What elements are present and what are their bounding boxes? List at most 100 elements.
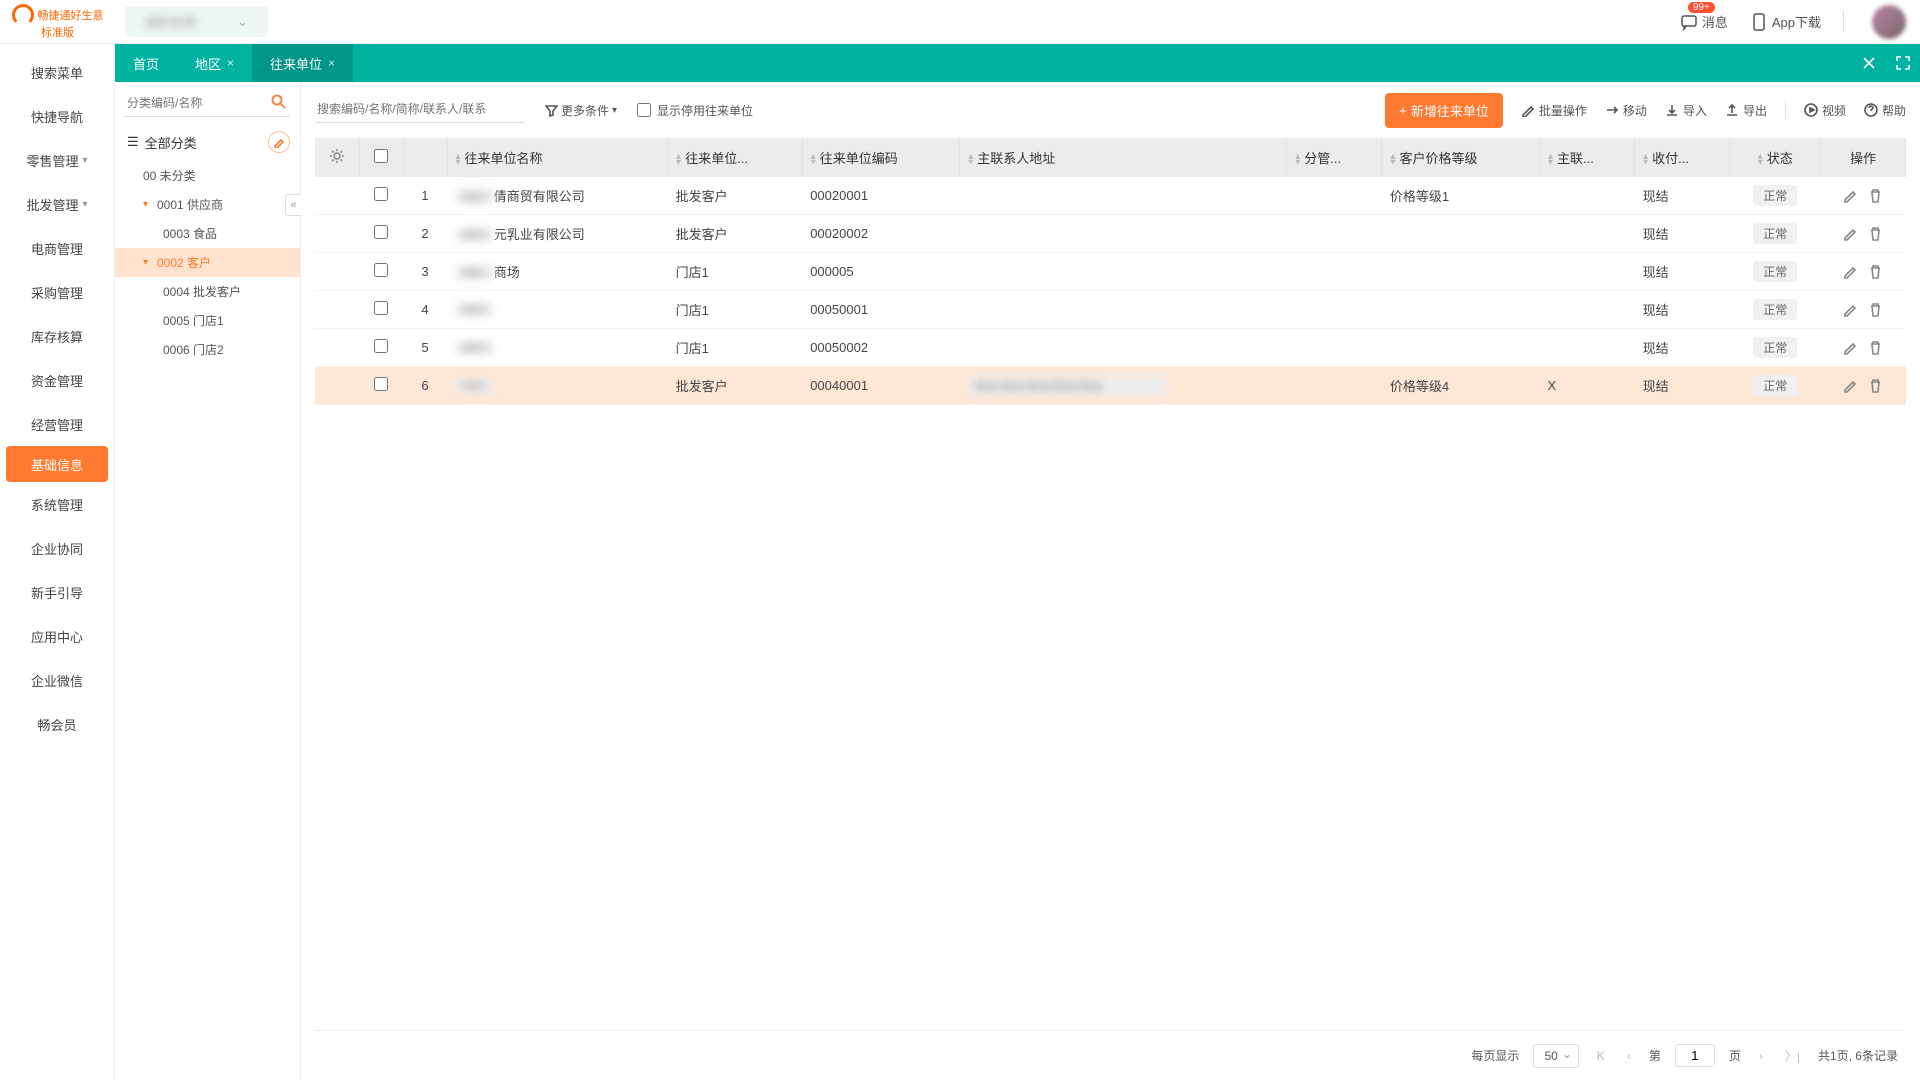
tree-node[interactable]: 0006 门店2 [115,335,300,364]
search-input[interactable] [315,98,525,123]
table-row[interactable]: 3ABC商场门店1000005现结正常 [315,253,1906,291]
tree-node[interactable]: 0003 食品 [115,219,300,248]
page-prev-button[interactable]: ‹ [1623,1049,1635,1063]
row-checkbox[interactable] [374,339,388,353]
messages-badge: 99+ [1688,2,1715,13]
page-last-button[interactable]: 〉| [1781,1047,1804,1064]
top-header: 畅捷通好生意 标准版 组织名称 ⌄ 消息 99+ App下载 [0,0,1920,44]
edit-icon[interactable] [1843,264,1858,279]
nav-item[interactable]: 搜索菜单 [0,50,114,94]
col-header[interactable]: ▴▾往来单位... [668,138,803,177]
table-row[interactable]: 2ABC元乳业有限公司批发客户00020002现结正常 [315,215,1906,253]
nav-item[interactable]: 新手引导 [0,570,114,614]
col-header[interactable]: ▴▾主联... [1539,138,1634,177]
video-button[interactable]: 视频 [1804,102,1846,119]
export-button[interactable]: 导出 [1725,102,1767,119]
tree-node[interactable]: 00 未分类 [115,161,300,190]
col-header[interactable]: ▴▾往来单位名称 [447,138,668,177]
status-badge: 正常 [1753,375,1797,396]
nav-item[interactable]: 电商管理 [0,226,114,270]
delete-icon[interactable] [1868,226,1883,241]
table-row[interactable]: 1ABC倩商贸有限公司批发客户00020001价格等级1现结正常 [315,177,1906,215]
delete-icon[interactable] [1868,188,1883,203]
tree-node[interactable]: ▾0001 供应商 [115,190,300,219]
tree-node[interactable]: 0004 批发客户 [115,277,300,306]
delete-icon[interactable] [1868,340,1883,355]
per-page-select[interactable]: 50 [1533,1044,1578,1068]
table-row[interactable]: 5ABC门店100050002现结正常 [315,329,1906,367]
tab[interactable]: 往来单位× [252,44,353,82]
nav-item[interactable]: 库存核算 [0,314,114,358]
row-checkbox[interactable] [374,377,388,391]
more-filter-button[interactable]: 更多条件 ▾ [545,102,617,119]
nav-item[interactable]: 批发管理▾ [0,182,114,226]
help-button[interactable]: 帮助 [1864,102,1906,119]
nav-item[interactable]: 采购管理 [0,270,114,314]
sort-icon: ▴▾ [1758,154,1763,166]
col-header[interactable]: ▴▾状态 [1730,138,1821,177]
nav-item[interactable]: 企业协同 [0,526,114,570]
add-button[interactable]: + 新增往来单位 [1385,93,1503,128]
table-row[interactable]: 4ABC门店100050001现结正常 [315,291,1906,329]
move-button[interactable]: 移动 [1605,102,1647,119]
col-header[interactable]: ▴▾收付... [1635,138,1730,177]
select-all-checkbox[interactable] [374,149,388,163]
tree-node[interactable]: 0005 门店1 [115,306,300,335]
nav-item[interactable]: 企业微信 [0,658,114,702]
edit-icon[interactable] [1843,378,1858,393]
tab-close-all-button[interactable] [1852,44,1886,82]
edit-icon[interactable] [1843,340,1858,355]
edit-icon[interactable] [1843,302,1858,317]
batch-button[interactable]: 批量操作 [1521,102,1587,119]
page-input[interactable] [1675,1044,1715,1067]
col-header[interactable]: 操作 [1821,138,1906,177]
show-disabled-checkbox[interactable]: 显示停用往来单位 [637,102,753,119]
status-badge: 正常 [1753,299,1797,320]
col-gear[interactable] [315,138,359,177]
nav-item[interactable]: 资金管理 [0,358,114,402]
edit-icon[interactable] [1843,188,1858,203]
fullscreen-button[interactable] [1886,44,1920,82]
tab[interactable]: 地区× [177,44,252,82]
delete-icon[interactable] [1868,264,1883,279]
nav-item[interactable]: 基础信息 [6,446,108,482]
col-header[interactable]: ▴▾客户价格等级 [1382,138,1540,177]
tab[interactable]: 首页 [115,44,177,82]
tree-node[interactable]: ▾0002 客户 [115,248,300,277]
search-icon[interactable] [271,94,286,112]
delete-icon[interactable] [1868,302,1883,317]
tree-collapse-button[interactable]: « [285,194,301,216]
edit-icon[interactable] [1843,226,1858,241]
import-button[interactable]: 导入 [1665,102,1707,119]
nav-item[interactable]: 零售管理▾ [0,138,114,182]
row-checkbox[interactable] [374,187,388,201]
col-header[interactable]: ▴▾分管... [1287,138,1382,177]
page-next-button[interactable]: › [1755,1049,1767,1063]
delete-icon[interactable] [1868,378,1883,393]
tree-search-input[interactable] [125,92,290,117]
nav-item[interactable]: 应用中心 [0,614,114,658]
table-row[interactable]: 6ABC批发客户00040001地址地址地址地址地址价格等级4X现结正常 [315,367,1906,405]
caret-down-icon: ▾ [143,199,153,210]
tree-edit-button[interactable] [268,131,290,153]
avatar[interactable] [1872,5,1906,39]
row-checkbox[interactable] [374,301,388,315]
nav-item[interactable]: 快捷导航 [0,94,114,138]
nav-item[interactable]: 畅会员 [0,702,114,746]
col-header[interactable]: ▴▾往来单位编码 [802,138,960,177]
cell-mgr [1287,291,1382,329]
messages-button[interactable]: 消息 99+ [1680,12,1728,31]
col-check[interactable] [359,138,403,177]
page-first-button[interactable]: K [1593,1049,1609,1063]
row-checkbox[interactable] [374,263,388,277]
col-header[interactable]: ▴▾主联系人地址 [960,138,1287,177]
app-download-button[interactable]: App下载 [1750,12,1821,31]
org-switcher[interactable]: 组织名称 ⌄ [125,6,268,37]
nav-item[interactable]: 系统管理 [0,482,114,526]
nav-item[interactable]: 经营管理 [0,402,114,446]
tree-root[interactable]: ☰ 全部分类 [115,123,300,161]
close-icon[interactable]: × [328,56,335,70]
show-disabled-input[interactable] [637,103,651,117]
row-checkbox[interactable] [374,225,388,239]
close-icon[interactable]: × [227,56,234,70]
